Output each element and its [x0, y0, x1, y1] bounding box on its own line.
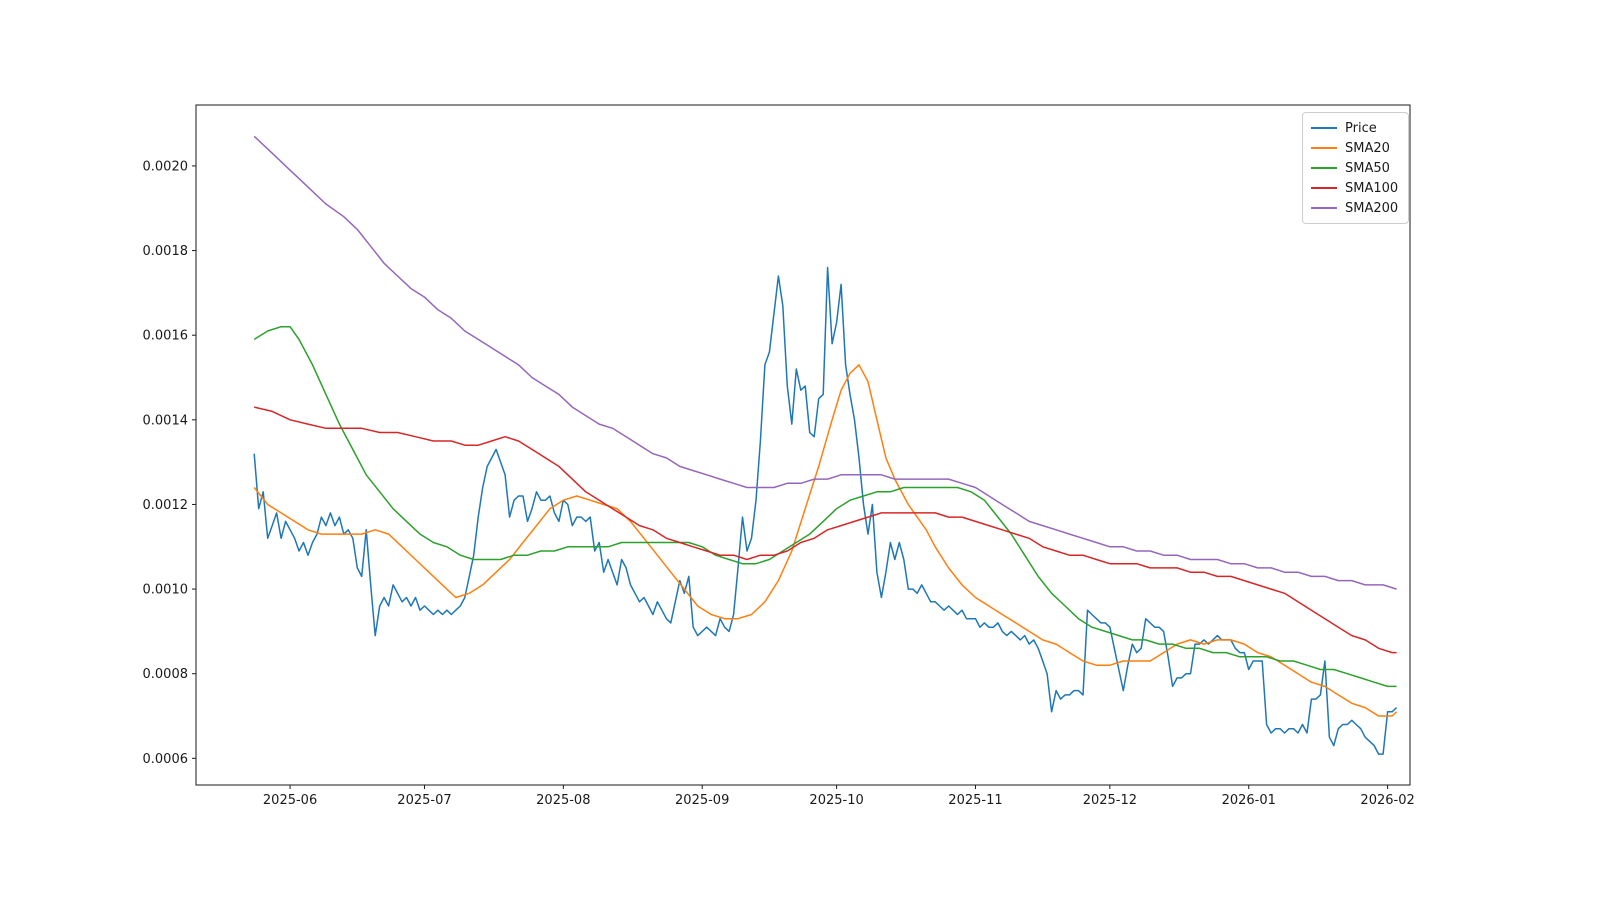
legend-item-sma50: SMA50 [1311, 158, 1398, 178]
sma20-line [253, 364, 1398, 717]
x-tick-label: 2025-09 [675, 793, 729, 808]
x-tick-label: 2026-01 [1222, 793, 1276, 808]
x-tick-label: 2025-12 [1083, 793, 1137, 808]
legend-item-sma200: SMA200 [1311, 198, 1398, 218]
y-axis: 0.0006 0.0008 0.0010 0.0012 0.0014 0.0016 0.00… [143, 159, 196, 767]
legend-label: SMA50 [1345, 160, 1390, 176]
legend-item-sma20: SMA20 [1311, 138, 1398, 158]
x-tick-label: 2025-10 [809, 793, 863, 808]
x-tick-label: 2025-07 [397, 793, 451, 808]
legend-line-sma50-icon [1311, 167, 1337, 169]
legend-label: SMA20 [1345, 140, 1390, 156]
y-tick-label: 0.0014 [143, 413, 189, 428]
y-tick-label: 0.0018 [143, 244, 189, 259]
y-tick-label: 0.0016 [143, 329, 189, 344]
sma50-line [253, 325, 1397, 688]
plot-frame [195, 104, 1411, 786]
legend-item-sma100: SMA100 [1311, 178, 1398, 198]
x-tick-label: 2026-02 [1360, 793, 1414, 808]
legend-label: Price [1345, 120, 1377, 136]
legend-line-sma20-icon [1311, 147, 1337, 149]
y-tick-label: 0.0020 [143, 159, 189, 174]
legend-label: SMA100 [1345, 180, 1399, 196]
y-tick-label: 0.0012 [143, 498, 189, 513]
x-tick-label: 2025-11 [948, 793, 1002, 808]
legend: Price SMA20 SMA50 SMA100 SMA200 [1302, 112, 1410, 224]
figure: 2025-06 2025-07 2025-08 2025-09 2025-10 2025-… [0, 0, 1600, 900]
price-line [253, 266, 1398, 755]
legend-label: SMA200 [1345, 200, 1399, 216]
legend-item-price: Price [1311, 118, 1398, 138]
x-tick-label: 2025-06 [263, 793, 317, 808]
y-tick-label: 0.0010 [143, 583, 189, 598]
y-tick-label: 0.0008 [143, 667, 189, 682]
legend-line-price-icon [1311, 127, 1337, 129]
x-tick-label: 2025-08 [536, 793, 590, 808]
y-tick-label: 0.0006 [143, 752, 189, 767]
legend-line-sma100-icon [1311, 187, 1337, 189]
x-axis: 2025-06 2025-07 2025-08 2025-09 2025-10 2025-… [263, 785, 1415, 808]
legend-line-sma200-icon [1311, 207, 1337, 209]
sma200-line [253, 135, 1397, 590]
